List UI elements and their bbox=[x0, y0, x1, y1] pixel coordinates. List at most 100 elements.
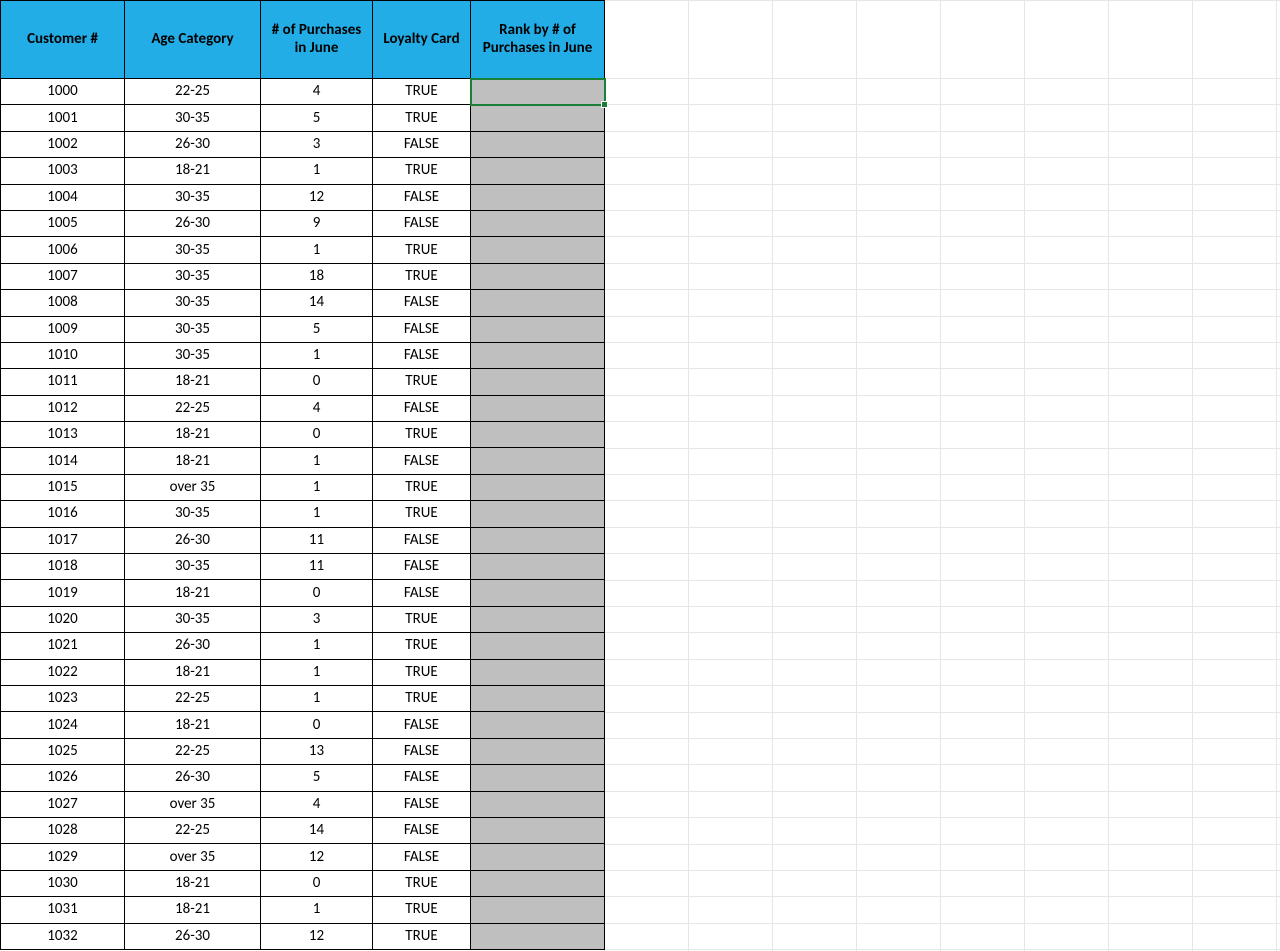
cell-customer-number[interactable]: 1017 bbox=[1, 527, 125, 553]
cell-purchases[interactable]: 4 bbox=[261, 791, 373, 817]
table-row[interactable]: 1027over 354FALSE bbox=[1, 791, 605, 817]
cell-loyalty-card[interactable]: TRUE bbox=[373, 501, 471, 527]
table-row[interactable]: 102322-251TRUE bbox=[1, 685, 605, 711]
cell-customer-number[interactable]: 1003 bbox=[1, 158, 125, 184]
header-customer-number[interactable]: Customer # bbox=[1, 1, 125, 79]
cell-rank[interactable] bbox=[471, 633, 605, 659]
cell-rank[interactable] bbox=[471, 554, 605, 580]
cell-purchases[interactable]: 12 bbox=[261, 184, 373, 210]
cell-rank[interactable] bbox=[471, 923, 605, 949]
table-row[interactable]: 100730-3518TRUE bbox=[1, 263, 605, 289]
cell-rank[interactable] bbox=[471, 158, 605, 184]
cell-rank[interactable] bbox=[471, 131, 605, 157]
cell-age-category[interactable]: 26-30 bbox=[125, 527, 261, 553]
table-row[interactable]: 1029over 3512FALSE bbox=[1, 844, 605, 870]
cell-age-category[interactable]: 18-21 bbox=[125, 369, 261, 395]
cell-age-category[interactable]: 30-35 bbox=[125, 263, 261, 289]
cell-rank[interactable] bbox=[471, 580, 605, 606]
cell-customer-number[interactable]: 1028 bbox=[1, 817, 125, 843]
cell-purchases[interactable]: 1 bbox=[261, 342, 373, 368]
customer-data-table[interactable]: Customer # Age Category # of Purchases i… bbox=[0, 0, 605, 950]
cell-loyalty-card[interactable]: FALSE bbox=[373, 738, 471, 764]
cell-age-category[interactable]: 18-21 bbox=[125, 870, 261, 896]
cell-purchases[interactable]: 1 bbox=[261, 158, 373, 184]
cell-purchases[interactable]: 13 bbox=[261, 738, 373, 764]
cell-age-category[interactable]: 30-35 bbox=[125, 316, 261, 342]
cell-rank[interactable] bbox=[471, 105, 605, 131]
cell-loyalty-card[interactable]: FALSE bbox=[373, 290, 471, 316]
cell-customer-number[interactable]: 1016 bbox=[1, 501, 125, 527]
cell-rank[interactable] bbox=[471, 897, 605, 923]
cell-loyalty-card[interactable]: TRUE bbox=[373, 870, 471, 896]
cell-customer-number[interactable]: 1023 bbox=[1, 685, 125, 711]
cell-purchases[interactable]: 4 bbox=[261, 79, 373, 105]
table-row[interactable]: 102126-301TRUE bbox=[1, 633, 605, 659]
cell-age-category[interactable]: 22-25 bbox=[125, 738, 261, 764]
cell-loyalty-card[interactable]: TRUE bbox=[373, 897, 471, 923]
cell-rank[interactable] bbox=[471, 474, 605, 500]
cell-rank[interactable] bbox=[471, 448, 605, 474]
cell-purchases[interactable]: 11 bbox=[261, 554, 373, 580]
cell-purchases[interactable]: 0 bbox=[261, 870, 373, 896]
cell-customer-number[interactable]: 1030 bbox=[1, 870, 125, 896]
cell-rank[interactable] bbox=[471, 685, 605, 711]
cell-rank[interactable] bbox=[471, 290, 605, 316]
cell-rank[interactable] bbox=[471, 422, 605, 448]
cell-customer-number[interactable]: 1015 bbox=[1, 474, 125, 500]
cell-age-category[interactable]: 18-21 bbox=[125, 580, 261, 606]
cell-rank[interactable] bbox=[471, 738, 605, 764]
cell-age-category[interactable]: over 35 bbox=[125, 844, 261, 870]
table-row[interactable]: 101222-254FALSE bbox=[1, 395, 605, 421]
cell-customer-number[interactable]: 1018 bbox=[1, 554, 125, 580]
table-row[interactable]: 101918-210FALSE bbox=[1, 580, 605, 606]
cell-customer-number[interactable]: 1000 bbox=[1, 79, 125, 105]
cell-customer-number[interactable]: 1006 bbox=[1, 237, 125, 263]
cell-age-category[interactable]: 30-35 bbox=[125, 290, 261, 316]
cell-age-category[interactable]: over 35 bbox=[125, 791, 261, 817]
cell-customer-number[interactable]: 1010 bbox=[1, 342, 125, 368]
cell-loyalty-card[interactable]: FALSE bbox=[373, 844, 471, 870]
cell-loyalty-card[interactable]: TRUE bbox=[373, 158, 471, 184]
cell-purchases[interactable]: 5 bbox=[261, 316, 373, 342]
cell-customer-number[interactable]: 1011 bbox=[1, 369, 125, 395]
cell-purchases[interactable]: 9 bbox=[261, 210, 373, 236]
cell-loyalty-card[interactable]: FALSE bbox=[373, 184, 471, 210]
cell-age-category[interactable]: 30-35 bbox=[125, 342, 261, 368]
cell-purchases[interactable]: 1 bbox=[261, 237, 373, 263]
cell-loyalty-card[interactable]: TRUE bbox=[373, 79, 471, 105]
table-header-row[interactable]: Customer # Age Category # of Purchases i… bbox=[1, 1, 605, 79]
cell-loyalty-card[interactable]: TRUE bbox=[373, 633, 471, 659]
header-purchases[interactable]: # of Purchases in June bbox=[261, 1, 373, 79]
cell-loyalty-card[interactable]: TRUE bbox=[373, 422, 471, 448]
cell-purchases[interactable]: 12 bbox=[261, 844, 373, 870]
table-row[interactable]: 102522-2513FALSE bbox=[1, 738, 605, 764]
cell-loyalty-card[interactable]: FALSE bbox=[373, 131, 471, 157]
cell-rank[interactable] bbox=[471, 659, 605, 685]
table-row[interactable]: 100630-351TRUE bbox=[1, 237, 605, 263]
cell-rank[interactable] bbox=[471, 369, 605, 395]
cell-loyalty-card[interactable]: TRUE bbox=[373, 237, 471, 263]
cell-rank[interactable] bbox=[471, 316, 605, 342]
cell-customer-number[interactable]: 1025 bbox=[1, 738, 125, 764]
cell-purchases[interactable]: 14 bbox=[261, 817, 373, 843]
table-row[interactable]: 101830-3511FALSE bbox=[1, 554, 605, 580]
cell-customer-number[interactable]: 1031 bbox=[1, 897, 125, 923]
cell-rank[interactable] bbox=[471, 606, 605, 632]
cell-loyalty-card[interactable]: FALSE bbox=[373, 554, 471, 580]
cell-loyalty-card[interactable]: FALSE bbox=[373, 210, 471, 236]
cell-age-category[interactable]: 18-21 bbox=[125, 659, 261, 685]
cell-age-category[interactable]: 30-35 bbox=[125, 606, 261, 632]
cell-age-category[interactable]: 26-30 bbox=[125, 923, 261, 949]
cell-loyalty-card[interactable]: FALSE bbox=[373, 448, 471, 474]
cell-loyalty-card[interactable]: FALSE bbox=[373, 580, 471, 606]
cell-age-category[interactable]: 18-21 bbox=[125, 158, 261, 184]
table-row[interactable]: 101726-3011FALSE bbox=[1, 527, 605, 553]
cell-purchases[interactable]: 3 bbox=[261, 131, 373, 157]
cell-customer-number[interactable]: 1001 bbox=[1, 105, 125, 131]
cell-loyalty-card[interactable]: TRUE bbox=[373, 659, 471, 685]
table-row[interactable]: 101418-211FALSE bbox=[1, 448, 605, 474]
cell-age-category[interactable]: 26-30 bbox=[125, 210, 261, 236]
cell-rank[interactable] bbox=[471, 395, 605, 421]
cell-customer-number[interactable]: 1019 bbox=[1, 580, 125, 606]
cell-loyalty-card[interactable]: FALSE bbox=[373, 765, 471, 791]
